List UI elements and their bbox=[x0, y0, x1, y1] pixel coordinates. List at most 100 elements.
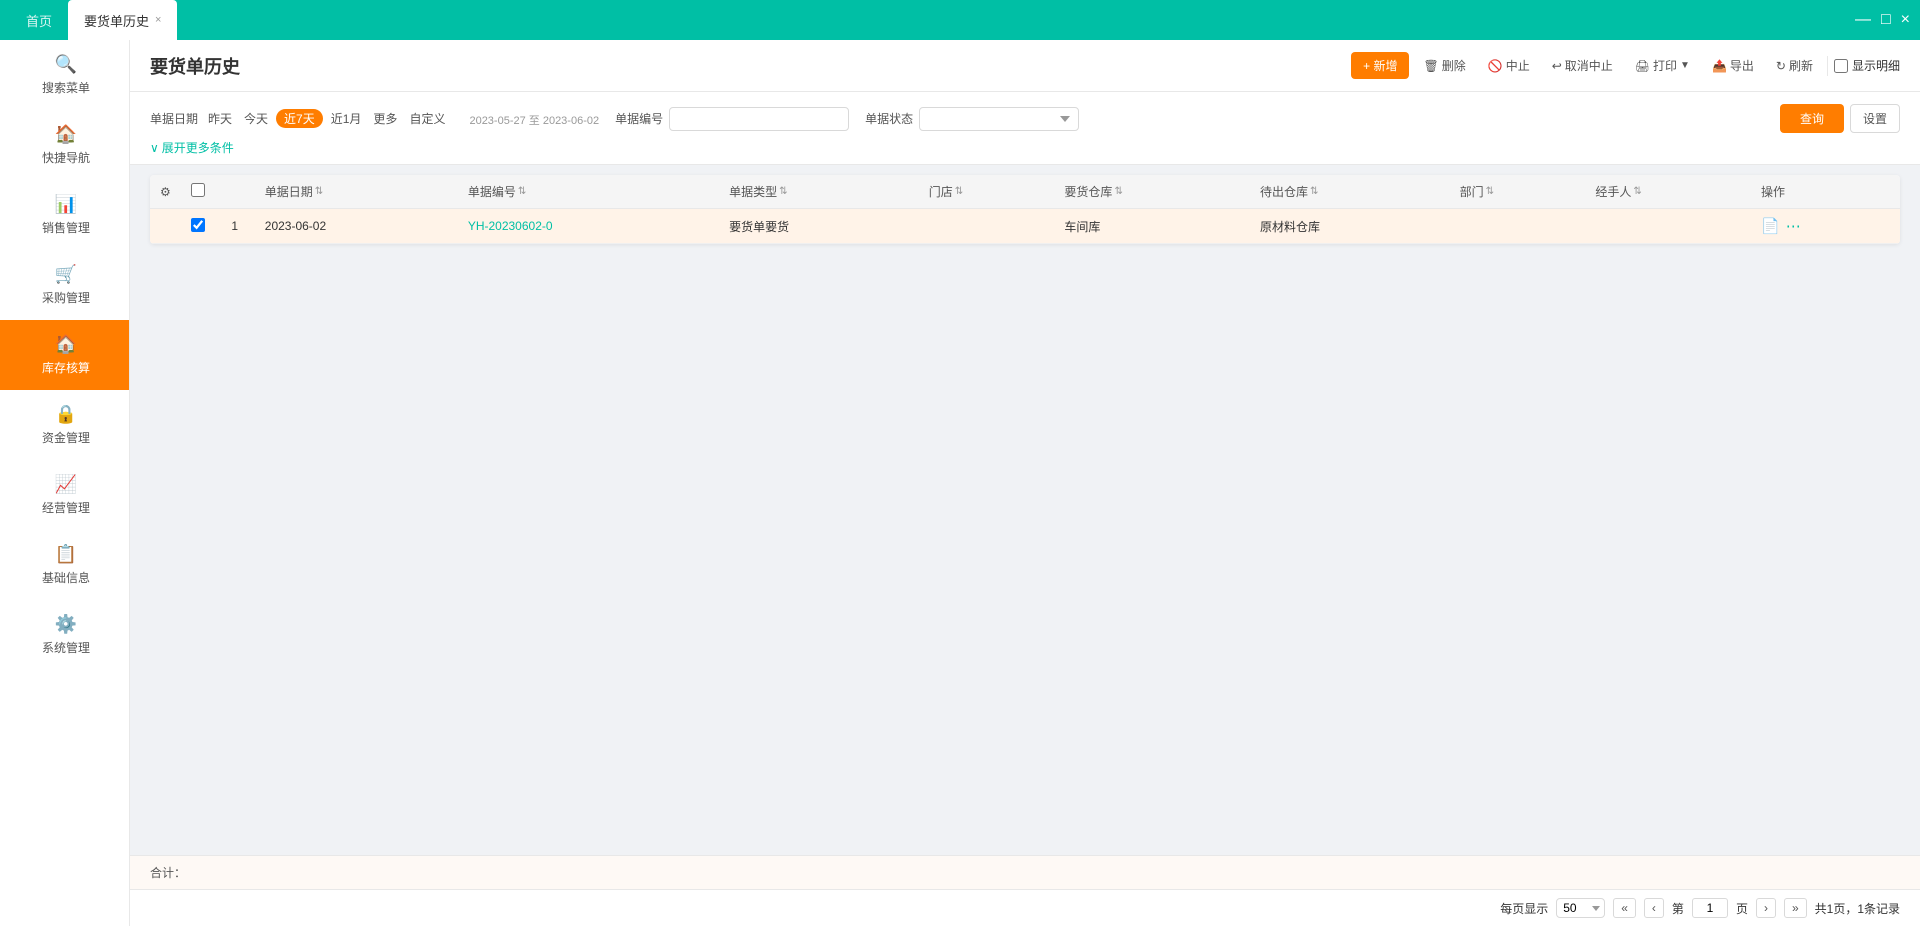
delete-button[interactable]: 🗑 删除 bbox=[1415, 53, 1473, 78]
inventory-icon: 🏠 bbox=[55, 334, 77, 355]
sidebar-item-purchase[interactable]: 🛒 采购管理 bbox=[0, 250, 129, 320]
query-button[interactable]: 查询 bbox=[1780, 104, 1844, 133]
row-pendingwarehouse: 原材料仓库 bbox=[1250, 209, 1450, 244]
new-button[interactable]: + 新增 bbox=[1351, 52, 1409, 79]
row-docno-link[interactable]: YH-20230602-0 bbox=[468, 219, 553, 233]
toolbar: + 新增 🗑 删除 🚫 中止 ↩ 取消中止 🖨 打印 ▼ bbox=[1351, 52, 1900, 79]
basicinfo-icon: 📋 bbox=[55, 544, 77, 565]
sidebar-item-inventory[interactable]: 🏠 库存核算 bbox=[0, 320, 129, 390]
date-today[interactable]: 今天 bbox=[240, 109, 272, 128]
table-area: ⚙ 单据日期 ⇅ 单据编号 bbox=[130, 165, 1920, 855]
row-department bbox=[1450, 209, 1586, 244]
row-actions: 📄 ⋯ bbox=[1751, 209, 1900, 244]
delete-icon: 🗑 bbox=[1423, 59, 1438, 73]
col-action: 操作 bbox=[1751, 175, 1900, 209]
sort-docno-icon: ⇅ bbox=[518, 186, 526, 197]
toolbar-divider bbox=[1827, 56, 1828, 76]
system-icon: ⚙️ bbox=[55, 614, 77, 635]
sidebar-item-search[interactable]: 🔍 搜索菜单 bbox=[0, 40, 129, 110]
next-page-btn[interactable]: › bbox=[1756, 898, 1776, 918]
sort-reqwarehouse-icon: ⇅ bbox=[1114, 186, 1122, 197]
date-shortcuts: 昨天 今天 近7天 近1月 更多 自定义 bbox=[204, 109, 449, 128]
last-page-btn[interactable]: » bbox=[1784, 898, 1807, 918]
select-all-checkbox[interactable] bbox=[191, 183, 205, 197]
row-settings[interactable] bbox=[150, 209, 181, 244]
date-more[interactable]: 更多 bbox=[369, 109, 401, 128]
window-close[interactable]: × bbox=[1901, 11, 1910, 29]
show-detail-checkbox[interactable] bbox=[1834, 59, 1848, 73]
first-page-btn[interactable]: « bbox=[1613, 898, 1636, 918]
search-menu-icon: 🔍 bbox=[55, 54, 77, 75]
row-docno: YH-20230602-0 bbox=[458, 209, 719, 244]
quicknav-icon: 🏠 bbox=[55, 124, 77, 145]
sidebar-item-quicknav[interactable]: 🏠 快捷导航 bbox=[0, 110, 129, 180]
row-more-icon[interactable]: ⋯ bbox=[1786, 217, 1801, 235]
settings-button[interactable]: 设置 bbox=[1850, 104, 1900, 133]
docno-label: 单据编号 bbox=[615, 110, 663, 127]
col-docno[interactable]: 单据编号 ⇅ bbox=[458, 175, 719, 209]
tab-bar: 首页 要货单历史 × bbox=[10, 0, 1855, 40]
date-custom[interactable]: 自定义 bbox=[405, 109, 449, 128]
cancel-stop-button[interactable]: ↩ 取消中止 bbox=[1544, 53, 1621, 78]
close-tab-icon[interactable]: × bbox=[155, 14, 161, 26]
finance-icon: 🔒 bbox=[55, 404, 77, 425]
prev-page-btn[interactable]: ‹ bbox=[1644, 898, 1664, 918]
export-button[interactable]: 📤 导出 bbox=[1704, 53, 1762, 78]
filter-actions: 查询 设置 bbox=[1780, 104, 1900, 133]
page-number-input[interactable] bbox=[1692, 898, 1728, 918]
sidebar: 🔍 搜索菜单 🏠 快捷导航 📊 销售管理 🛒 采购管理 🏠 库存核算 🔒 资金管… bbox=[0, 40, 130, 926]
sort-department-icon: ⇅ bbox=[1486, 186, 1494, 197]
date-yesterday[interactable]: 昨天 bbox=[204, 109, 236, 128]
sidebar-item-sales[interactable]: 📊 销售管理 bbox=[0, 180, 129, 250]
date-7days[interactable]: 近7天 bbox=[276, 109, 323, 128]
refresh-button[interactable]: ↻ 刷新 bbox=[1768, 53, 1821, 78]
expand-button[interactable]: ∨ 展开更多条件 bbox=[150, 139, 1900, 156]
table-row[interactable]: 1 2023-06-02 YH-20230602-0 要货单要货 车间库 原材料… bbox=[150, 209, 1900, 244]
row-checkbox-cell bbox=[181, 209, 215, 244]
status-select[interactable] bbox=[919, 107, 1079, 131]
tab-purchase-history[interactable]: 要货单历史 × bbox=[68, 0, 177, 40]
table-header-row: ⚙ 单据日期 ⇅ 单据编号 bbox=[150, 175, 1900, 209]
print-icon: 🖨 bbox=[1635, 59, 1650, 73]
sidebar-item-operations[interactable]: 📈 经营管理 bbox=[0, 460, 129, 530]
col-handler[interactable]: 经手人 ⇅ bbox=[1585, 175, 1751, 209]
print-button[interactable]: 🖨 打印 ▼ bbox=[1627, 53, 1698, 78]
window-minimize[interactable]: — bbox=[1855, 11, 1871, 29]
cancel-stop-icon: ↩ bbox=[1552, 59, 1562, 73]
col-doctype[interactable]: 单据类型 ⇅ bbox=[719, 175, 919, 209]
sidebar-item-finance[interactable]: 🔒 资金管理 bbox=[0, 390, 129, 460]
page-header: 要货单历史 + 新增 🗑 删除 🚫 中止 ↩ 取消中止 🖨 打印 bbox=[130, 40, 1920, 92]
row-checkbox[interactable] bbox=[191, 218, 205, 232]
filter-row: 单据日期 昨天 今天 近7天 近1月 更多 自定义 2023-05-27 至 2… bbox=[150, 104, 1900, 133]
date-1month[interactable]: 近1月 bbox=[327, 109, 366, 128]
docno-input[interactable] bbox=[669, 107, 849, 131]
col-department[interactable]: 部门 ⇅ bbox=[1450, 175, 1586, 209]
row-date: 2023-06-02 bbox=[255, 209, 458, 244]
show-detail-label[interactable]: 显示明细 bbox=[1834, 57, 1900, 74]
pagination-bar: 每页显示 50 10 20 100 « ‹ 第 页 › » 共1页，1条记录 bbox=[130, 889, 1920, 926]
window-controls: — □ × bbox=[1855, 11, 1910, 29]
page-label: 页 bbox=[1736, 900, 1748, 917]
sidebar-item-system[interactable]: ⚙️ 系统管理 bbox=[0, 600, 129, 670]
refresh-icon: ↻ bbox=[1776, 59, 1786, 73]
col-num bbox=[215, 175, 255, 209]
tab-home[interactable]: 首页 bbox=[10, 0, 68, 40]
sales-icon: 📊 bbox=[55, 194, 77, 215]
stop-button[interactable]: 🚫 中止 bbox=[1480, 53, 1538, 78]
row-edit-icon[interactable]: 📄 bbox=[1761, 217, 1780, 235]
sidebar-item-basicinfo[interactable]: 📋 基础信息 bbox=[0, 530, 129, 600]
table-body: 1 2023-06-02 YH-20230602-0 要货单要货 车间库 原材料… bbox=[150, 209, 1900, 244]
page-size-select[interactable]: 50 10 20 100 bbox=[1556, 898, 1605, 918]
row-handler bbox=[1585, 209, 1751, 244]
col-date[interactable]: 单据日期 ⇅ bbox=[255, 175, 458, 209]
col-settings[interactable]: ⚙ bbox=[150, 175, 181, 209]
col-reqwarehouse[interactable]: 要货仓库 ⇅ bbox=[1054, 175, 1250, 209]
sort-date-icon: ⇅ bbox=[315, 186, 323, 197]
docno-filter: 单据编号 bbox=[615, 107, 849, 131]
col-store[interactable]: 门店 ⇅ bbox=[919, 175, 1055, 209]
content-area: 要货单历史 + 新增 🗑 删除 🚫 中止 ↩ 取消中止 🖨 打印 bbox=[130, 40, 1920, 926]
export-icon: 📤 bbox=[1712, 59, 1727, 73]
window-maximize[interactable]: □ bbox=[1881, 11, 1891, 29]
col-pendingwarehouse[interactable]: 待出仓库 ⇅ bbox=[1250, 175, 1450, 209]
date-range-display: 2023-05-27 至 2023-06-02 bbox=[469, 110, 599, 128]
